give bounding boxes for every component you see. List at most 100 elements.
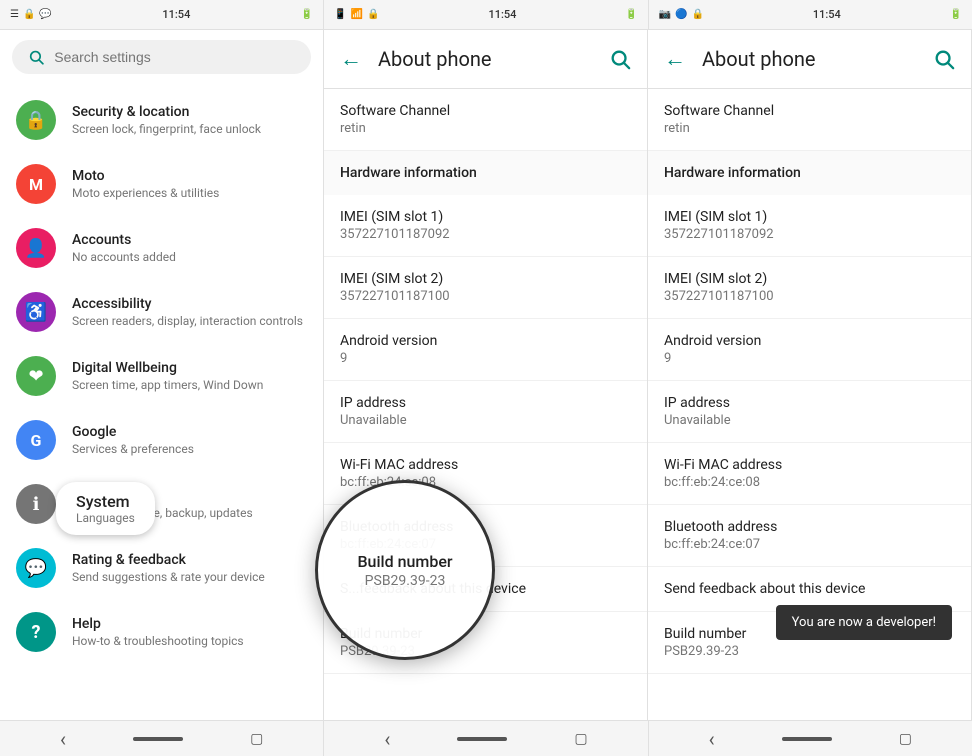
- back-button-mid[interactable]: ←: [340, 46, 362, 72]
- about-item-imei2-mid[interactable]: IMEI (SIM slot 2) 357227101187100: [324, 257, 647, 319]
- nav-back-left[interactable]: ‹: [60, 727, 66, 751]
- about-item-software-channel-mid[interactable]: Software Channel retin: [324, 89, 647, 151]
- about-item-bluetooth-right[interactable]: Bluetooth address bc:ff:eb:24:ce:07: [648, 505, 971, 567]
- search-icon-mid[interactable]: [609, 48, 631, 70]
- ip-title-mid: IP address: [340, 395, 631, 411]
- ip-value-mid: Unavailable: [340, 413, 631, 428]
- nav-recents-mid[interactable]: ▢: [574, 731, 587, 747]
- accounts-text: Accounts No accounts added: [72, 231, 307, 266]
- about-section-hardware-right: Hardware information: [648, 151, 971, 195]
- content-wrapper: 🔒 Security & location Screen lock, finge…: [0, 30, 972, 720]
- bluetooth-title-right: Bluetooth address: [664, 519, 955, 535]
- about-section-hardware-mid: Hardware information: [324, 151, 647, 195]
- phone-icon: 📱: [334, 9, 346, 20]
- settings-item-accounts[interactable]: 👤 Accounts No accounts added: [0, 216, 323, 280]
- digital-wellbeing-title: Digital Wellbeing: [72, 359, 307, 377]
- about-item-software-channel-right[interactable]: Software Channel retin: [648, 89, 971, 151]
- rating-text: Rating & feedback Send suggestions & rat…: [72, 551, 307, 586]
- settings-item-system[interactable]: ℹ System Languages, time, backup, update…: [0, 472, 323, 536]
- moto-title: Moto: [72, 167, 307, 185]
- lock-icon: 🔒: [23, 9, 35, 20]
- software-channel-value-mid: retin: [340, 121, 631, 136]
- lock-icon-mid: 🔒: [367, 9, 379, 20]
- status-section-right: 📷 🔵 🔒 11:54 🔋: [649, 0, 972, 29]
- about-item-imei2-right[interactable]: IMEI (SIM slot 2) 357227101187100: [648, 257, 971, 319]
- software-channel-value-right: retin: [664, 121, 955, 136]
- imei1-title-mid: IMEI (SIM slot 1): [340, 209, 631, 225]
- nav-back-mid[interactable]: ‹: [384, 727, 390, 751]
- settings-item-digital-wellbeing[interactable]: ❤ Digital Wellbeing Screen time, app tim…: [0, 344, 323, 408]
- google-subtitle: Services & preferences: [72, 442, 307, 458]
- google-icon: G: [16, 420, 56, 460]
- search-input[interactable]: [54, 49, 295, 65]
- software-channel-title-mid: Software Channel: [340, 103, 631, 119]
- settings-item-accessibility[interactable]: ♿ Accessibility Screen readers, display,…: [0, 280, 323, 344]
- about-item-ip-mid[interactable]: IP address Unavailable: [324, 381, 647, 443]
- settings-panel: 🔒 Security & location Screen lock, finge…: [0, 30, 324, 720]
- time-mid: 11:54: [488, 8, 516, 21]
- battery-right: 🔋: [950, 9, 962, 20]
- nav-section-left: ‹ ▢: [0, 721, 324, 756]
- about-item-imei1-right[interactable]: IMEI (SIM slot 1) 357227101187092: [648, 195, 971, 257]
- moto-icon: M: [16, 164, 56, 204]
- about-item-wifi-right[interactable]: Wi-Fi MAC address bc:ff:eb:24:ce:08: [648, 443, 971, 505]
- settings-item-moto[interactable]: M Moto Moto experiences & utilities: [0, 152, 323, 216]
- nav-section-mid: ‹ ▢: [324, 721, 648, 756]
- moto-subtitle: Moto experiences & utilities: [72, 186, 307, 202]
- status-section-left: ☰ 🔒 💬 11:54 🔋: [0, 0, 324, 29]
- notification-icon: ☰: [10, 9, 19, 20]
- about-item-android-mid[interactable]: Android version 9: [324, 319, 647, 381]
- settings-item-google[interactable]: G Google Services & preferences: [0, 408, 323, 472]
- back-button-right[interactable]: ←: [664, 46, 686, 72]
- settings-item-security[interactable]: 🔒 Security & location Screen lock, finge…: [0, 88, 323, 152]
- accounts-title: Accounts: [72, 231, 307, 249]
- about-title-mid: About phone: [378, 47, 593, 71]
- nav-home-mid[interactable]: [457, 737, 507, 741]
- battery-left: 🔋: [301, 9, 313, 20]
- imei2-value-mid: 357227101187100: [340, 289, 631, 304]
- nav-home-left[interactable]: [133, 737, 183, 741]
- search-icon-right[interactable]: [933, 48, 955, 70]
- about-item-imei1-mid[interactable]: IMEI (SIM slot 1) 357227101187092: [324, 195, 647, 257]
- settings-item-rating[interactable]: 💬 Rating & feedback Send suggestions & r…: [0, 536, 323, 600]
- nav-recents-left[interactable]: ▢: [250, 731, 263, 747]
- imei2-value-right: 357227101187100: [664, 289, 955, 304]
- about-title-right: About phone: [702, 47, 917, 71]
- accounts-icon: 👤: [16, 228, 56, 268]
- software-channel-title-right: Software Channel: [664, 103, 955, 119]
- accessibility-text: Accessibility Screen readers, display, i…: [72, 295, 307, 330]
- wifi-value-right: bc:ff:eb:24:ce:08: [664, 475, 955, 490]
- nav-bar: ‹ ▢ ‹ ▢ ‹ ▢: [0, 720, 972, 756]
- about-header-right: ← About phone: [648, 30, 971, 89]
- android-title-right: Android version: [664, 333, 955, 349]
- settings-item-help[interactable]: ? Help How-to & troubleshooting topics: [0, 600, 323, 664]
- system-tooltip: System Languages: [56, 482, 155, 535]
- android-value-mid: 9: [340, 351, 631, 366]
- system-tooltip-title: System: [76, 492, 135, 511]
- battery-icon-left: 🔋: [301, 9, 313, 20]
- security-title: Security & location: [72, 103, 307, 121]
- nav-home-right[interactable]: [782, 737, 832, 741]
- feedback-title-right: Send feedback about this device: [664, 581, 955, 597]
- ip-title-right: IP address: [664, 395, 955, 411]
- status-icons-mid: 📱 📶 🔒: [334, 9, 379, 20]
- battery-mid: 🔋: [625, 9, 637, 20]
- build-circle-title: Build number: [357, 552, 452, 571]
- about-item-android-right[interactable]: Android version 9: [648, 319, 971, 381]
- search-icon: [28, 48, 44, 66]
- ip-value-right: Unavailable: [664, 413, 955, 428]
- search-bar[interactable]: [12, 40, 311, 74]
- google-text: Google Services & preferences: [72, 423, 307, 458]
- rating-title: Rating & feedback: [72, 551, 307, 569]
- status-icons-left: ☰ 🔒 💬: [10, 9, 52, 20]
- message-icon: 💬: [39, 9, 51, 20]
- nav-back-right[interactable]: ‹: [709, 727, 715, 751]
- accessibility-subtitle: Screen readers, display, interaction con…: [72, 314, 307, 330]
- imei2-title-right: IMEI (SIM slot 2): [664, 271, 955, 287]
- accessibility-title: Accessibility: [72, 295, 307, 313]
- about-item-ip-right[interactable]: IP address Unavailable: [648, 381, 971, 443]
- build-number-circle: Build number PSB29.39-23: [315, 480, 495, 660]
- nav-recents-right[interactable]: ▢: [899, 731, 912, 747]
- imei1-value-right: 357227101187092: [664, 227, 955, 242]
- rating-icon: 💬: [16, 548, 56, 588]
